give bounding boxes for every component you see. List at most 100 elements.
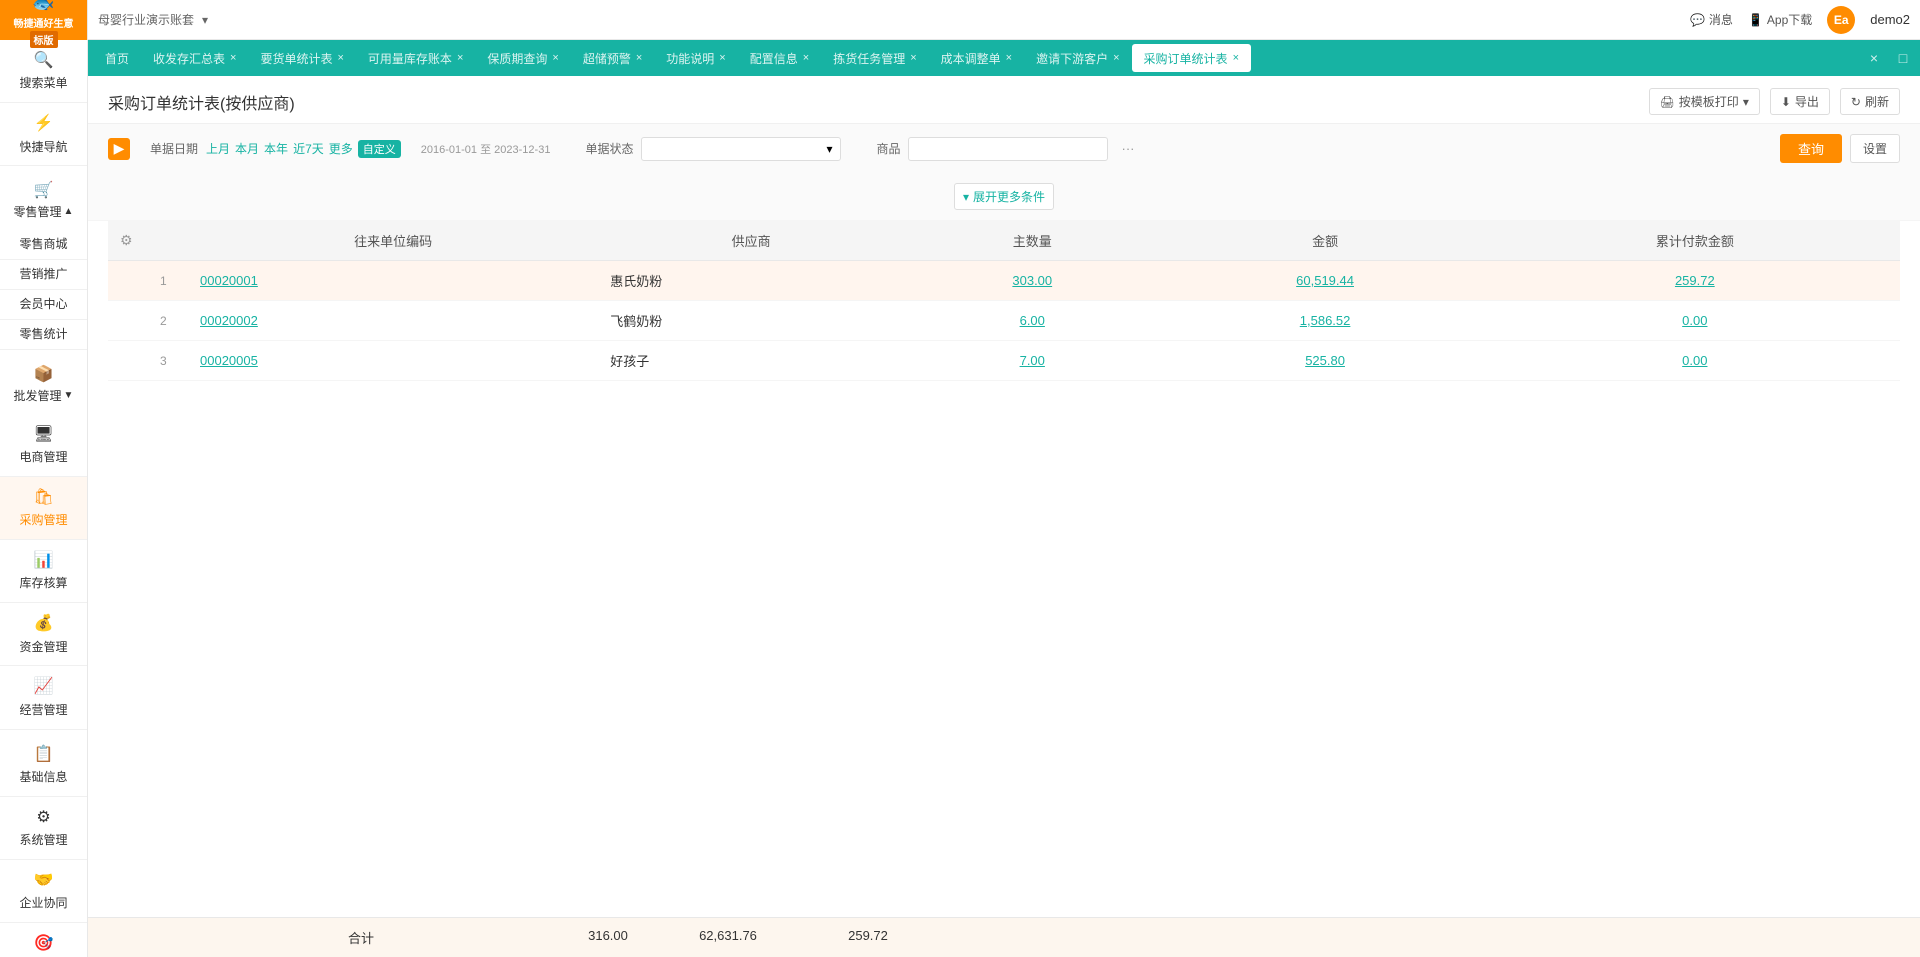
main-area: 母婴行业演示账套 ▾ 💬 消息 📱 App下载 Ea demo2 首页 收发存汇… — [88, 0, 1920, 957]
tab-purchase-summary[interactable]: 采购订单统计表 × — [1132, 44, 1251, 72]
row-1-quantity[interactable]: 303.00 — [904, 261, 1160, 301]
sidebar: 🐟 畅捷通好生意 标版 🔍 搜索菜单 ⚡ 快捷导航 🛒 零售管理 ▲ 零售商城 … — [0, 0, 88, 957]
row-3-supplier-code[interactable]: 00020005 — [188, 341, 598, 381]
settings-btn[interactable]: 设置 — [1850, 134, 1900, 163]
row-2-paid-amount[interactable]: 0.00 — [1490, 301, 1900, 341]
tab-invite-downstream-label: 邀请下游客户 — [1036, 50, 1108, 67]
sidebar-item-ecommerce-label: 电商管理 — [19, 449, 67, 466]
wholesale-icon: 📦 — [34, 364, 54, 384]
expand-more-btn[interactable]: ▾ 展开更多条件 — [954, 183, 1054, 210]
sidebar-item-enterprise-collab[interactable]: 🤝 企业协同 — [0, 860, 87, 923]
tab-function-desc-close[interactable]: × — [719, 52, 725, 64]
table-row: 1 00020001 惠氏奶粉 303.00 60,519.44 259.72 — [108, 261, 1900, 301]
data-table: ⚙ 往来单位编码 供应商 主数量 金额 累计付款金额 1 00020001 — [108, 221, 1900, 381]
sidebar-item-quick-nav[interactable]: ⚡ 快捷导航 — [0, 103, 87, 166]
sidebar-item-wholesale[interactable]: 📦 批发管理 ▼ — [0, 354, 87, 414]
filter-more-row: ▾ 展开更多条件 — [108, 183, 1900, 210]
export-btn[interactable]: ⬇ 导出 — [1770, 88, 1830, 115]
tab-pick-task-label: 拣货任务管理 — [833, 50, 905, 67]
sidebar-item-purchase[interactable]: 🛍 采购管理 — [0, 477, 87, 540]
tab-config-info-close[interactable]: × — [803, 52, 809, 64]
shortcut-more[interactable]: 更多 — [329, 140, 353, 157]
expand-icon: ▲ — [64, 206, 74, 217]
tab-config-info[interactable]: 配置信息 × — [738, 44, 821, 72]
tab-inventory-ledger[interactable]: 可用量库存账本 × — [356, 44, 475, 72]
tab-order-summary-close[interactable]: × — [337, 52, 343, 64]
refresh-btn[interactable]: ↻ 刷新 — [1840, 88, 1900, 115]
sidebar-item-finance[interactable]: 💰 资金管理 — [0, 603, 87, 666]
row-2-supplier-code[interactable]: 00020002 — [188, 301, 598, 341]
goods-input[interactable] — [908, 137, 1108, 161]
footer-quantity: 316.00 — [548, 928, 668, 947]
tab-invite-downstream[interactable]: 邀请下游客户 × — [1024, 44, 1131, 72]
page-header: 采购订单统计表(按供应商) 🖨 按模板打印 ▾ ⬇ 导出 ↻ 刷新 — [88, 76, 1920, 124]
sidebar-item-retail-stats[interactable]: 零售统计 — [0, 320, 87, 350]
tab-expiry-query-close[interactable]: × — [552, 52, 558, 64]
col-paid-amount: 累计付款金额 — [1490, 221, 1900, 261]
row-3-amount[interactable]: 525.80 — [1160, 341, 1489, 381]
workspace-dropdown-icon[interactable]: ▾ — [202, 13, 208, 27]
status-select[interactable]: ▾ — [641, 137, 841, 161]
col-settings[interactable]: ⚙ — [108, 221, 148, 261]
row-2-quantity[interactable]: 6.00 — [904, 301, 1160, 341]
workspace-selector[interactable]: 母婴行业演示账套 ▾ — [98, 11, 208, 28]
tab-inventory-ledger-label: 可用量库存账本 — [368, 50, 452, 67]
tab-invite-downstream-close[interactable]: × — [1113, 52, 1119, 64]
tab-overstock-warning[interactable]: 超储预警 × — [571, 44, 654, 72]
filter-toggle-icon: ▶ — [114, 140, 125, 157]
sidebar-item-system[interactable]: ⚙ 系统管理 — [0, 797, 87, 860]
tab-function-desc[interactable]: 功能说明 × — [654, 44, 737, 72]
sidebar-item-retail-stats-label: 零售统计 — [19, 326, 67, 343]
window-maximize-btn[interactable]: □ — [1891, 46, 1915, 70]
window-close-btn[interactable]: × — [1862, 46, 1886, 70]
tab-order-summary[interactable]: 要货单统计表 × — [248, 44, 355, 72]
tab-pick-task-close[interactable]: × — [910, 52, 916, 64]
query-btn[interactable]: 查询 — [1780, 134, 1842, 163]
avatar[interactable]: Ea — [1827, 6, 1855, 34]
row-3-paid-amount[interactable]: 0.00 — [1490, 341, 1900, 381]
sidebar-item-retail-mall[interactable]: 零售商城 — [0, 230, 87, 260]
sidebar-item-member[interactable]: 会员中心 — [0, 290, 87, 320]
app-download-btn[interactable]: 📱 App下载 — [1748, 11, 1812, 28]
tab-receive-summary[interactable]: 收发存汇总表 × — [141, 44, 248, 72]
tab-expiry-query[interactable]: 保质期查询 × — [475, 44, 570, 72]
goods-more-icon[interactable]: ··· — [1121, 141, 1134, 156]
sidebar-item-ecommerce[interactable]: 🖥 电商管理 — [0, 414, 87, 477]
print-btn[interactable]: 🖨 按模板打印 ▾ — [1649, 88, 1760, 115]
tab-cost-adjust-close[interactable]: × — [1006, 52, 1012, 64]
custom-date-badge[interactable]: 自定义 — [358, 140, 401, 158]
table-settings-icon[interactable]: ⚙ — [120, 232, 133, 248]
row-1-supplier-code[interactable]: 00020001 — [188, 261, 598, 301]
row-3-quantity[interactable]: 7.00 — [904, 341, 1160, 381]
message-btn[interactable]: 💬 消息 — [1690, 11, 1733, 28]
filter-toggle-btn[interactable]: ▶ — [108, 138, 130, 160]
shortcut-last-7-days[interactable]: 近7天 — [293, 140, 324, 157]
shortcut-this-month[interactable]: 本月 — [235, 140, 259, 157]
tab-inventory-ledger-close[interactable]: × — [457, 52, 463, 64]
goods-filter-label: 商品 — [876, 140, 900, 157]
sidebar-item-search[interactable]: 🔍 搜索菜单 — [0, 40, 87, 103]
date-range-display: 2016-01-01 至 2023-12-31 — [421, 141, 551, 157]
export-btn-label: 导出 — [1795, 93, 1819, 110]
sidebar-item-marketing[interactable]: 营销推广 — [0, 260, 87, 290]
sidebar-item-basic-info[interactable]: 📋 基础信息 — [0, 734, 87, 797]
shortcut-this-year[interactable]: 本年 — [264, 140, 288, 157]
tab-cost-adjust[interactable]: 成本调整单 × — [929, 44, 1024, 72]
sidebar-item-new-guide[interactable]: 🎯 新手引导 — [0, 923, 87, 957]
tab-pick-task[interactable]: 拣货任务管理 × — [821, 44, 928, 72]
row-2-amount[interactable]: 1,586.52 — [1160, 301, 1489, 341]
top-bar-right: 💬 消息 📱 App下载 Ea demo2 — [1690, 6, 1910, 34]
row-1-paid-amount[interactable]: 259.72 — [1490, 261, 1900, 301]
tab-overstock-warning-close[interactable]: × — [636, 52, 642, 64]
retail-icon: 🛒 — [34, 180, 54, 200]
row-3-supplier-name: 好孩子 — [598, 341, 904, 381]
tab-home[interactable]: 首页 — [93, 44, 141, 72]
row-1-amount[interactable]: 60,519.44 — [1160, 261, 1489, 301]
shortcut-last-month[interactable]: 上月 — [206, 140, 230, 157]
tab-receive-summary-close[interactable]: × — [230, 52, 236, 64]
col-quantity: 主数量 — [904, 221, 1160, 261]
sidebar-item-operations[interactable]: 📈 经营管理 — [0, 666, 87, 729]
tab-purchase-summary-close[interactable]: × — [1233, 52, 1239, 64]
sidebar-item-retail[interactable]: 🛒 零售管理 ▲ — [0, 170, 87, 230]
sidebar-item-inventory[interactable]: 📊 库存核算 — [0, 540, 87, 603]
